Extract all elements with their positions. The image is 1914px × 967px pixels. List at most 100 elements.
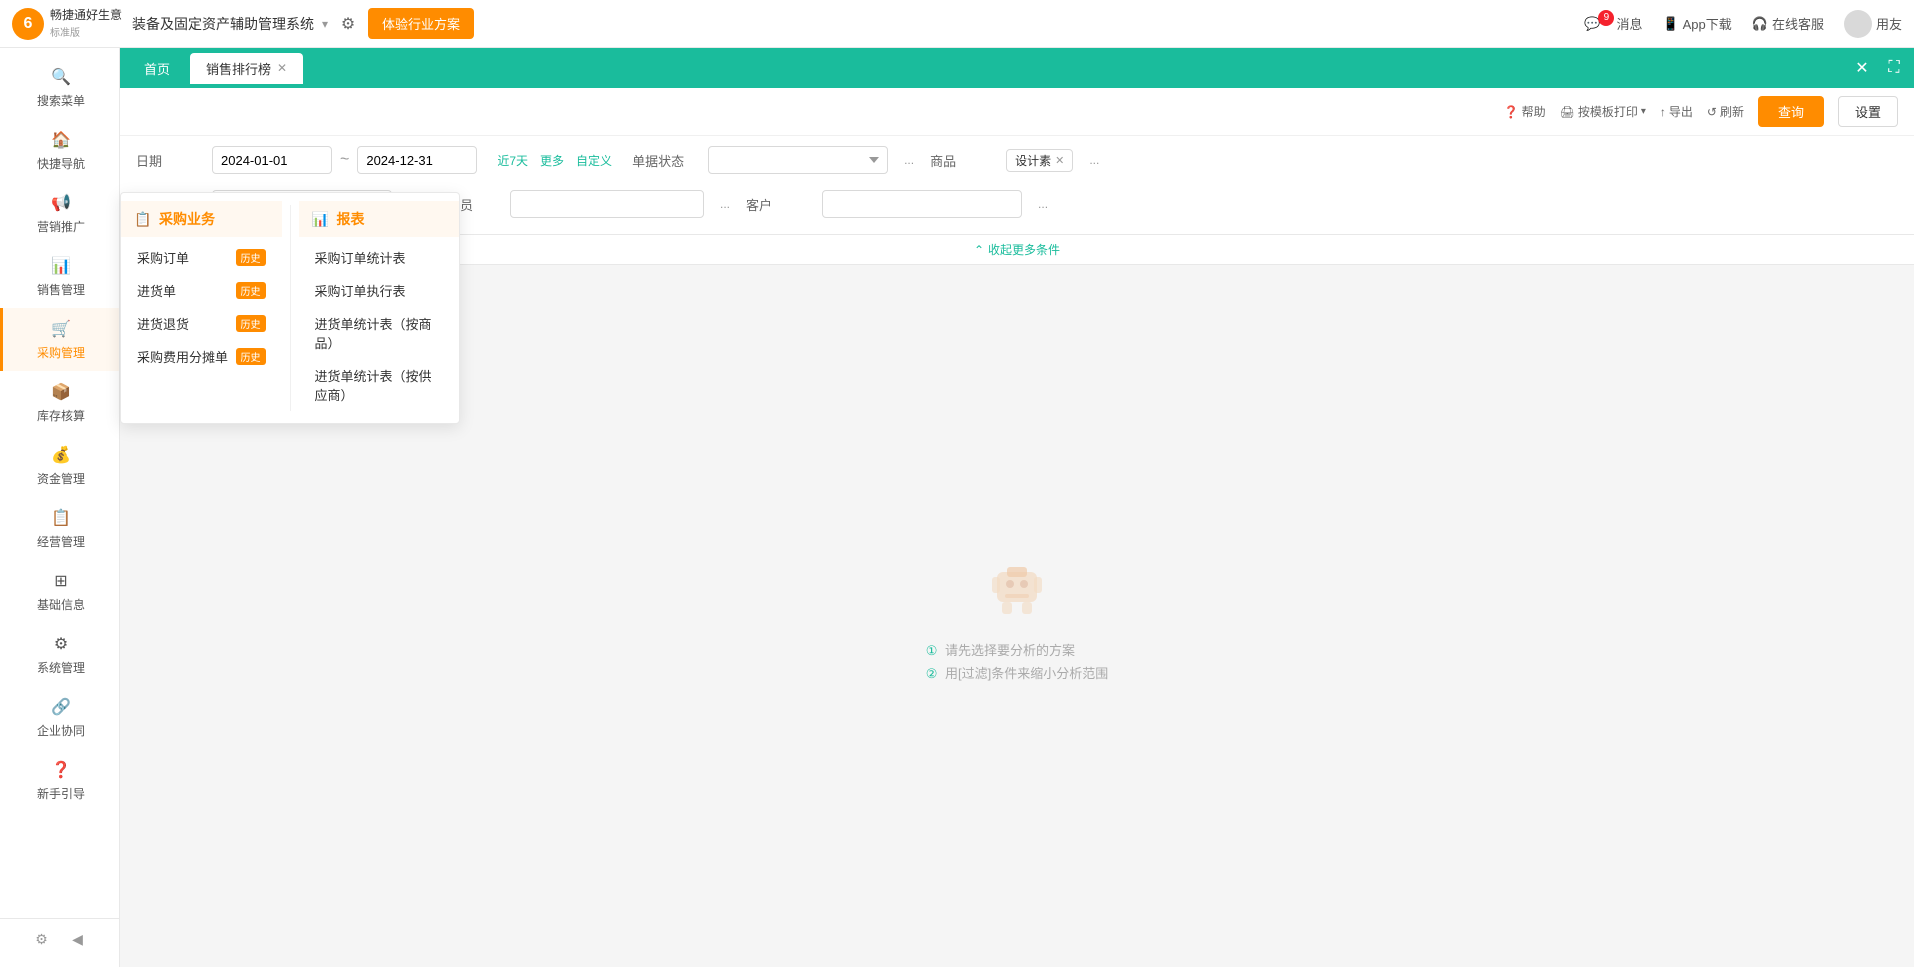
- tab-bar: 首页 销售排行榜 ✕ ✕ ⛶: [120, 48, 1914, 88]
- sidebar-item-purchase[interactable]: 🛒 采购管理: [0, 308, 119, 371]
- user-item[interactable]: 用友: [1844, 10, 1902, 38]
- sidebar-item-operations[interactable]: 📋 经营管理: [0, 497, 119, 560]
- goods-filter-label: 商品: [930, 151, 990, 170]
- goods-filter-tag[interactable]: 设计素 ✕: [1006, 149, 1073, 172]
- sidebar-item-enterprise[interactable]: 🔗 企业协同: [0, 686, 119, 749]
- purchase-business-section: 📋 采购业务 采购订单 历史 进货单 历史 进货退货 历史 采购费用分摊单 历史: [121, 205, 282, 411]
- menu-item-inbound-stats-goods[interactable]: 进货单统计表（按商品）: [311, 307, 448, 359]
- sidebar-item-search[interactable]: 🔍 搜索菜单: [0, 56, 119, 119]
- return-badge: 历史: [236, 315, 266, 332]
- empty-illustration: [977, 547, 1057, 627]
- title-arrow-icon[interactable]: ▾: [322, 17, 328, 31]
- sidebar-item-quicknav-label: 快捷导航: [37, 155, 85, 172]
- customer-more[interactable]: ...: [1038, 197, 1048, 211]
- tab-home[interactable]: 首页: [128, 53, 186, 84]
- filter-row-1: 日期 ~ 近7天 更多 自定义 单据状态 ... 商品: [120, 136, 1914, 178]
- menu-item-purchase-order[interactable]: 采购订单 历史: [133, 241, 270, 274]
- marketing-icon: 📢: [50, 192, 72, 214]
- logo-title: 畅捷通好生意: [50, 8, 122, 24]
- toolbar-row: ❓ 帮助 🖨 按模板打印 ▾ ↑ 导出 ↺ 刷新 查询 设置: [120, 88, 1914, 136]
- menu-item-purchase-expense[interactable]: 采购费用分摊单 历史: [133, 340, 270, 373]
- app-download-label: App下载: [1683, 14, 1732, 33]
- sidebar-item-basicinfo[interactable]: ⊞ 基础信息: [0, 560, 119, 623]
- date-separator: ~: [340, 151, 349, 169]
- sidebar-item-enterprise-label: 企业协同: [37, 722, 85, 739]
- collapse-arrow-icon: ⌃: [974, 243, 984, 257]
- tab-maximize-icon[interactable]: ⛶: [1882, 56, 1906, 80]
- voucher-status-more[interactable]: ...: [904, 153, 914, 167]
- purchase-expense-badge: 历史: [236, 348, 266, 365]
- export-link[interactable]: ↑ 导出: [1660, 103, 1693, 120]
- menu-item-purchase-order-exec[interactable]: 采购订单执行表: [311, 274, 448, 307]
- sidebar-item-inventory[interactable]: 📦 库存核算: [0, 371, 119, 434]
- purchase-dropdown-menu: 📋 采购业务 采购订单 历史 进货单 历史 进货退货 历史 采购费用分摊单 历史…: [120, 192, 460, 424]
- print-icon: 🖨: [1560, 105, 1575, 119]
- header-title-area: 装备及固定资产辅助管理系统 ▾ ⚙ 体验行业方案: [132, 8, 1584, 39]
- customer-input[interactable]: [822, 190, 1022, 218]
- menu-item-inbound[interactable]: 进货单 历史: [133, 274, 270, 307]
- shortcut-custom[interactable]: 自定义: [572, 150, 616, 171]
- empty-hint: ① 请先选择要分析的方案 ② 用[过滤]条件来缩小分析范围: [926, 639, 1109, 686]
- phone-icon: 📱: [1662, 16, 1678, 32]
- sidebar-item-newbie-label: 新手引导: [37, 785, 85, 802]
- date-end-input[interactable]: [357, 146, 477, 174]
- sidebar-item-marketing[interactable]: 📢 营销推广: [0, 182, 119, 245]
- sidebar-item-sales[interactable]: 📊 销售管理: [0, 245, 119, 308]
- date-filter-label: 日期: [136, 151, 196, 170]
- empty-hint-1: ① 请先选择要分析的方案: [926, 639, 1109, 662]
- top-header: 6 畅捷通好生意 标准版 装备及固定资产辅助管理系统 ▾ ⚙ 体验行业方案 💬 …: [0, 0, 1914, 48]
- print-arrow-icon: ▾: [1641, 106, 1646, 117]
- print-link[interactable]: 🖨 按模板打印 ▾: [1560, 103, 1646, 120]
- sidebar-item-quicknav[interactable]: 🏠 快捷导航: [0, 119, 119, 182]
- shortcut-7days[interactable]: 近7天: [493, 150, 532, 171]
- industry-btn[interactable]: 体验行业方案: [368, 8, 474, 39]
- purchase-business-label: 采购业务: [159, 209, 215, 229]
- settings-icon[interactable]: ⚙: [336, 12, 360, 36]
- purchase-business-icon: 📋: [133, 209, 153, 229]
- content-area: 首页 销售排行榜 ✕ ✕ ⛶ ❓ 帮助 🖨 按模板打印: [120, 48, 1914, 967]
- voucher-status-select[interactable]: [708, 146, 888, 174]
- menu-item-inbound-stats-supplier[interactable]: 进货单统计表（按供应商）: [311, 359, 448, 411]
- sidebar-item-inventory-label: 库存核算: [37, 407, 85, 424]
- voucher-status-label: 单据状态: [632, 151, 692, 170]
- query-button[interactable]: 查询: [1758, 96, 1824, 127]
- sidebar-item-finance[interactable]: 💰 资金管理: [0, 434, 119, 497]
- tab-close-icon[interactable]: ✕: [277, 61, 287, 75]
- user-label: 用友: [1876, 14, 1902, 33]
- settings-bottom-icon[interactable]: ⚙: [30, 927, 54, 951]
- refresh-icon: ↺: [1707, 105, 1717, 119]
- notification-item[interactable]: 💬 9 消息: [1584, 14, 1642, 33]
- sidebar-item-operations-label: 经营管理: [37, 533, 85, 550]
- sidebar-item-system[interactable]: ⚙ 系统管理: [0, 623, 119, 686]
- date-range: ~: [212, 146, 477, 174]
- goods-more[interactable]: ...: [1089, 153, 1099, 167]
- logo-area: 6 畅捷通好生意 标准版: [12, 8, 132, 40]
- logo-icon: 6: [12, 8, 44, 40]
- menu-item-return[interactable]: 进货退货 历史: [133, 307, 270, 340]
- refresh-link[interactable]: ↺ 刷新: [1707, 103, 1744, 120]
- filter-settings-button[interactable]: 设置: [1838, 96, 1898, 127]
- collapse-sidebar-icon[interactable]: ◀: [66, 927, 90, 951]
- sidebar-item-newbie[interactable]: ❓ 新手引导: [0, 749, 119, 812]
- finance-icon: 💰: [50, 444, 72, 466]
- basicinfo-icon: ⊞: [50, 570, 72, 592]
- date-shortcuts: 近7天 更多 自定义: [493, 150, 616, 171]
- help-link[interactable]: ❓ 帮助: [1504, 103, 1546, 120]
- menu-divider: [290, 205, 291, 411]
- salesperson-input[interactable]: [510, 190, 704, 218]
- date-start-input[interactable]: [212, 146, 332, 174]
- goods-tag-close-icon[interactable]: ✕: [1055, 154, 1064, 167]
- shortcut-more[interactable]: 更多: [536, 150, 568, 171]
- tab-close-right-icon[interactable]: ✕: [1850, 56, 1874, 80]
- sidebar-item-marketing-label: 营销推广: [37, 218, 85, 235]
- search-icon: 🔍: [50, 66, 72, 88]
- app-download-item[interactable]: 📱 App下载: [1662, 14, 1731, 33]
- goods-tag-text: 设计素: [1015, 152, 1051, 169]
- main-layout: 🔍 搜索菜单 🏠 快捷导航 📢 营销推广 📊 销售管理 🛒 采购管理 📦 库存核…: [0, 48, 1914, 967]
- tab-sales-ranking[interactable]: 销售排行榜 ✕: [190, 53, 303, 84]
- collapse-label: 收起更多条件: [988, 241, 1060, 258]
- menu-item-purchase-order-stats[interactable]: 采购订单统计表: [311, 241, 448, 274]
- system-title: 装备及固定资产辅助管理系统: [132, 14, 314, 34]
- salesperson-more[interactable]: ...: [720, 197, 730, 211]
- online-service-item[interactable]: 🎧 在线客服: [1752, 14, 1824, 33]
